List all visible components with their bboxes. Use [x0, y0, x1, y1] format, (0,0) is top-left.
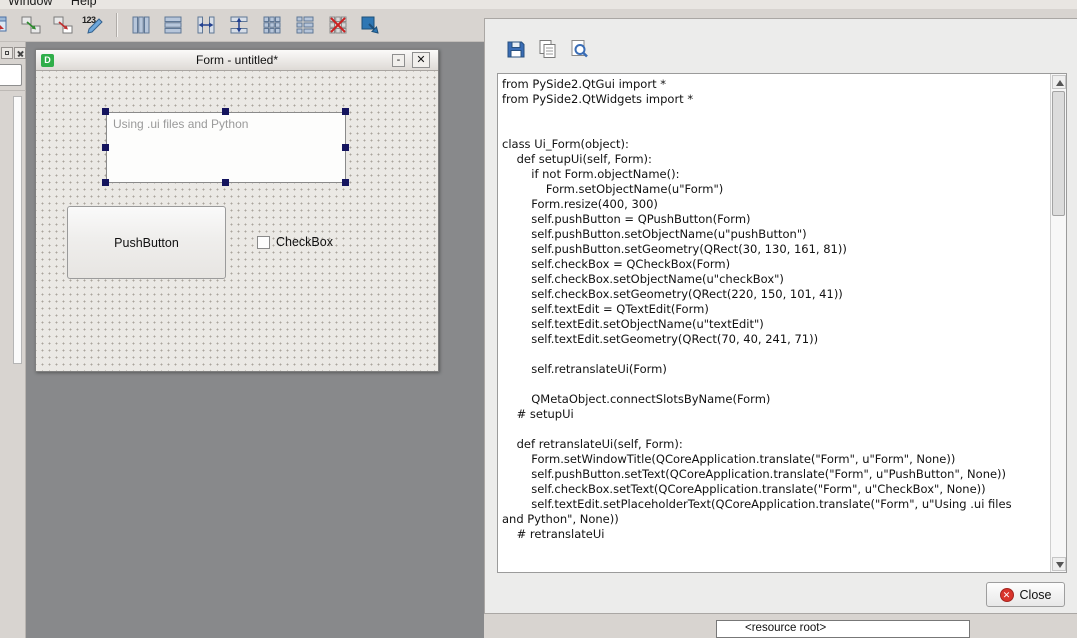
dock-divider — [0, 90, 26, 91]
resource-browser[interactable]: <resource root> — [716, 620, 970, 638]
code-vertical-scrollbar[interactable] — [1050, 74, 1066, 572]
selection-handle[interactable] — [342, 108, 349, 115]
lay-out-grid-button[interactable] — [259, 12, 285, 38]
copy-icon — [536, 38, 558, 60]
form-editor-window: D Form - untitled* - ✕ Using .ui files a… — [35, 49, 439, 372]
layout-grid-icon — [261, 14, 283, 36]
checkbox-label: CheckBox — [276, 235, 333, 249]
pushbutton-widget[interactable]: PushButton — [67, 206, 226, 279]
selection-handle[interactable] — [222, 179, 229, 186]
splitter-horizontal-icon — [195, 14, 217, 36]
save-icon — [505, 38, 527, 60]
lay-out-vertically-button[interactable] — [160, 12, 186, 38]
code-preview-dialog: from PySide2.QtGui import * from PySide2… — [484, 18, 1077, 614]
form-minimize-button[interactable]: - — [392, 54, 405, 67]
dock-float-button[interactable] — [1, 47, 13, 59]
layout-vertical-icon — [162, 14, 184, 36]
break-layout-button[interactable] — [325, 12, 351, 38]
selection-handle[interactable] — [222, 108, 229, 115]
edit-buddies-button[interactable] — [50, 12, 76, 38]
mdi-area: D Form - untitled* - ✕ Using .ui files a… — [26, 42, 484, 638]
close-button-label: Close — [1020, 588, 1052, 602]
selection-handle[interactable] — [342, 144, 349, 151]
checkbox-indicator[interactable] — [257, 236, 270, 249]
find-button[interactable] — [566, 36, 592, 62]
save-button[interactable] — [503, 36, 529, 62]
resource-root-item[interactable]: <resource root> — [745, 622, 826, 634]
form-close-button[interactable]: ✕ — [412, 52, 430, 68]
scrollbar-thumb[interactable] — [1052, 91, 1065, 216]
edit-widgets-button[interactable] — [0, 12, 12, 38]
selection-handle[interactable] — [342, 179, 349, 186]
find-icon — [568, 38, 590, 60]
edit-tab-order-button[interactable]: 123 — [80, 12, 106, 38]
form-window-icon: D — [41, 54, 54, 67]
code-view[interactable]: from PySide2.QtGui import * from PySide2… — [497, 73, 1067, 573]
widget-box-scrollbar[interactable] — [13, 96, 22, 364]
selection-handle[interactable] — [102, 144, 109, 151]
toolbar-separator — [116, 13, 118, 37]
lay-out-horizontally-button[interactable] — [128, 12, 154, 38]
scroll-down-arrow-icon[interactable] — [1052, 557, 1066, 571]
menu-help[interactable]: Help — [71, 0, 97, 8]
form-titlebar[interactable]: D Form - untitled* - ✕ — [36, 50, 438, 71]
dock-close-button[interactable] — [14, 47, 26, 59]
code-text: from PySide2.QtGui import * from PySide2… — [502, 77, 1048, 542]
qt-designer-window: Window Help — [0, 0, 1077, 638]
copy-button[interactable] — [534, 36, 560, 62]
break-layout-icon — [327, 14, 349, 36]
tab-order-pencil-icon — [82, 14, 104, 36]
adjust-size-button[interactable] — [357, 12, 383, 38]
textedit-placeholder: Using .ui files and Python — [107, 113, 345, 135]
textedit-widget[interactable]: Using .ui files and Python — [106, 112, 346, 183]
close-button-icon: ✕ — [1000, 588, 1014, 602]
layout-horizontal-icon — [130, 14, 152, 36]
widget-box-dock — [0, 42, 26, 638]
widget-box-filter-input[interactable] — [0, 64, 22, 86]
edit-signals-slots-button[interactable] — [18, 12, 44, 38]
selection-handle[interactable] — [102, 108, 109, 115]
checkbox-widget[interactable]: CheckBox — [257, 235, 333, 249]
adjust-size-icon — [359, 14, 381, 36]
form-window-title: Form - untitled* — [36, 50, 438, 70]
edit-widgets-icon — [0, 13, 11, 37]
lay-out-splitter-vertical-button[interactable] — [226, 12, 252, 38]
selection-handle[interactable] — [102, 179, 109, 186]
scroll-up-arrow-icon[interactable] — [1052, 75, 1066, 89]
menubar: Window Help — [0, 0, 1077, 9]
form-canvas[interactable]: Using .ui files and Python PushButton Ch… — [36, 71, 438, 371]
lay-out-form-button[interactable] — [292, 12, 318, 38]
menu-window[interactable]: Window — [8, 0, 52, 8]
splitter-vertical-icon — [228, 14, 250, 36]
layout-form-icon — [294, 14, 316, 36]
signals-slots-icon — [20, 14, 42, 36]
close-button[interactable]: ✕ Close — [986, 582, 1065, 607]
float-icon — [5, 51, 9, 55]
lay-out-splitter-horizontal-button[interactable] — [193, 12, 219, 38]
edit-buddies-icon — [52, 14, 74, 36]
